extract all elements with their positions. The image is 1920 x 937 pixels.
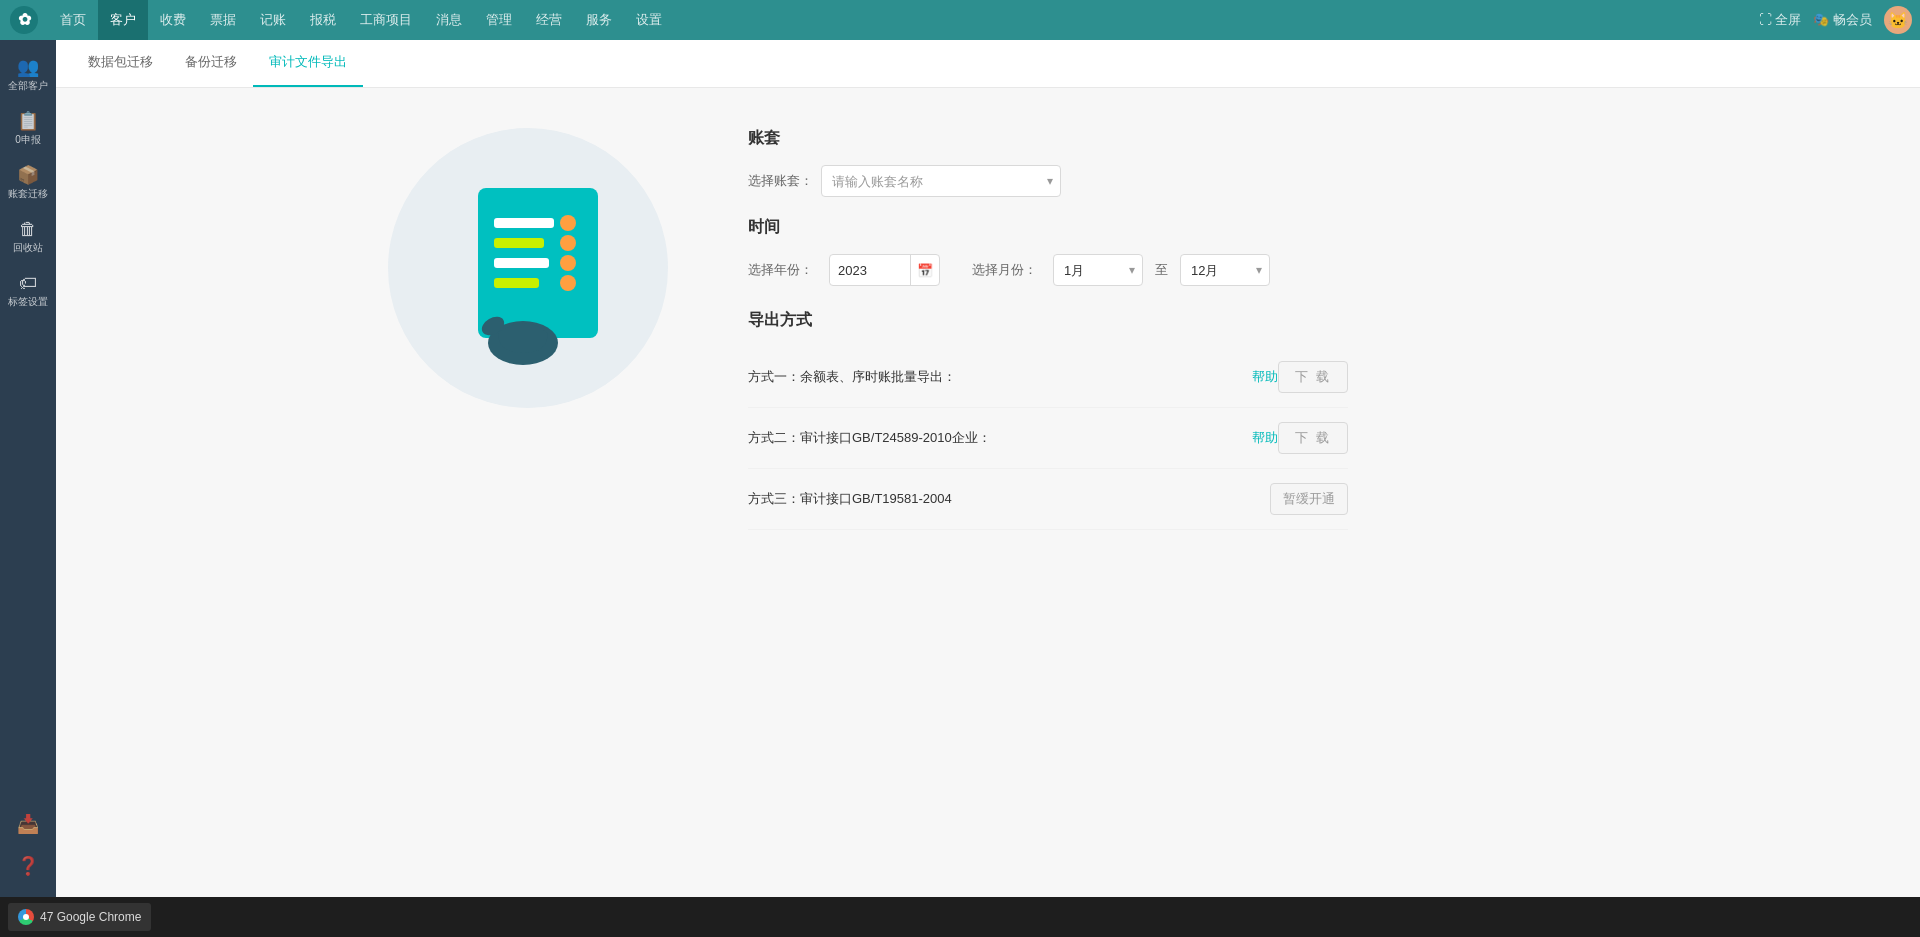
svg-text:✿: ✿ xyxy=(18,11,32,28)
taskbar: 47 Google Chrome xyxy=(0,897,1920,937)
year-input[interactable] xyxy=(830,258,910,283)
tabs-bar: 数据包迁移备份迁移审计文件导出 xyxy=(56,40,1920,88)
svg-rect-4 xyxy=(494,238,544,248)
content-area: 数据包迁移备份迁移审计文件导出 xyxy=(56,40,1920,897)
nav-item-票据[interactable]: 票据 xyxy=(198,0,248,40)
sidebar: 👥 全部客户📋 0申报📦 账套迁移🗑 回收站🏷 标签设置📥❓ xyxy=(0,40,56,897)
illustration-circle xyxy=(388,128,668,408)
sidebar-label: 全部客户 xyxy=(8,80,48,92)
nav-item-工商项目[interactable]: 工商项目 xyxy=(348,0,424,40)
top-nav-right: ⛶ 全屏 🎭 畅会员 🐱 xyxy=(1759,6,1912,34)
from-month-select[interactable]: 1月2月3月4月5月6月7月8月9月10月11月12月 xyxy=(1053,254,1143,286)
method-label-method1: 方式一：余额表、序时账批量导出： xyxy=(748,368,1248,386)
nav-item-首页[interactable]: 首页 xyxy=(48,0,98,40)
time-section: 时间 选择年份： 📅 选择月份： 1月2月3月4月5月6月7月8月9月10月11… xyxy=(748,217,1348,286)
export-methods-title: 导出方式 xyxy=(748,310,1348,331)
illustration-area xyxy=(388,128,668,408)
account-select[interactable]: 请输入账套名称 xyxy=(821,165,1061,197)
help-link-method1[interactable]: 帮助 xyxy=(1252,368,1278,386)
tab-备份迁移[interactable]: 备份迁移 xyxy=(169,40,253,87)
nav-item-收费[interactable]: 收费 xyxy=(148,0,198,40)
avatar[interactable]: 🐱 xyxy=(1884,6,1912,34)
vip-btn[interactable]: 🎭 畅会员 xyxy=(1813,11,1872,29)
sidebar-item-标签设置[interactable]: 🏷 标签设置 xyxy=(0,264,56,318)
sidebar-icon: 👥 xyxy=(17,58,39,76)
account-select-label: 选择账套： xyxy=(748,172,813,190)
open-soon-btn-method3: 暂缓开通 xyxy=(1270,483,1348,515)
nav-item-记账[interactable]: 记账 xyxy=(248,0,298,40)
main-layout: 👥 全部客户📋 0申报📦 账套迁移🗑 回收站🏷 标签设置📥❓ 数据包迁移备份迁移… xyxy=(0,40,1920,897)
account-section-title: 账套 xyxy=(748,128,1348,149)
download-btn-method1[interactable]: 下 载 xyxy=(1278,361,1348,393)
export-method-row-method1: 方式一：余额表、序时账批量导出：帮助下 载 xyxy=(748,347,1348,408)
sidebar-bottom-item[interactable]: 📥 xyxy=(0,805,56,843)
sidebar-label: 回收站 xyxy=(13,242,43,254)
sidebar-bottom-icon: ❓ xyxy=(17,857,39,875)
to-text: 至 xyxy=(1151,261,1172,279)
sidebar-bottom-icon: 📥 xyxy=(17,815,39,833)
download-btn-method2[interactable]: 下 载 xyxy=(1278,422,1348,454)
svg-rect-6 xyxy=(494,278,539,288)
svg-point-8 xyxy=(560,235,576,251)
export-container: 账套 选择账套： 请输入账套名称 时间 xyxy=(388,128,1588,530)
svg-point-9 xyxy=(560,255,576,271)
account-form-row: 选择账套： 请输入账套名称 xyxy=(748,165,1348,197)
sidebar-icon: 🏷 xyxy=(19,274,37,292)
form-area: 账套 选择账套： 请输入账套名称 时间 xyxy=(748,128,1348,530)
account-select-wrapper[interactable]: 请输入账套名称 xyxy=(821,165,1061,197)
year-label: 选择年份： xyxy=(748,261,813,279)
nav-item-经营[interactable]: 经营 xyxy=(524,0,574,40)
from-month-wrapper[interactable]: 1月2月3月4月5月6月7月8月9月10月11月12月 xyxy=(1053,254,1143,286)
month-label: 选择月份： xyxy=(972,261,1037,279)
nav-item-消息[interactable]: 消息 xyxy=(424,0,474,40)
sidebar-bottom-item[interactable]: ❓ xyxy=(0,847,56,885)
calendar-icon[interactable]: 📅 xyxy=(910,255,939,285)
help-link-method2[interactable]: 帮助 xyxy=(1252,429,1278,447)
sidebar-item-回收站[interactable]: 🗑 回收站 xyxy=(0,210,56,264)
logo[interactable]: ✿ xyxy=(8,4,40,36)
taskbar-chrome-label: 47 Google Chrome xyxy=(40,910,141,924)
svg-rect-5 xyxy=(494,258,549,268)
method-label-method2: 方式二：审计接口GB/T24589-2010企业： xyxy=(748,429,1248,447)
taskbar-chrome-item[interactable]: 47 Google Chrome xyxy=(8,903,151,931)
fullscreen-btn[interactable]: ⛶ 全屏 xyxy=(1759,11,1802,29)
nav-item-管理[interactable]: 管理 xyxy=(474,0,524,40)
tab-数据包迁移[interactable]: 数据包迁移 xyxy=(72,40,169,87)
sidebar-item-0申报[interactable]: 📋 0申报 xyxy=(0,102,56,156)
export-method-row-method2: 方式二：审计接口GB/T24589-2010企业：帮助下 载 xyxy=(748,408,1348,469)
account-section: 账套 选择账套： 请输入账套名称 xyxy=(748,128,1348,197)
svg-point-10 xyxy=(560,275,576,291)
year-field-wrapper[interactable]: 📅 xyxy=(829,254,940,286)
export-method-row-method3: 方式三：审计接口GB/T19581-2004暂缓开通 xyxy=(748,469,1348,530)
sidebar-item-全部客户[interactable]: 👥 全部客户 xyxy=(0,48,56,102)
svg-point-7 xyxy=(560,215,576,231)
svg-rect-3 xyxy=(494,218,554,228)
sidebar-label: 标签设置 xyxy=(8,296,48,308)
sidebar-icon: 📦 xyxy=(17,166,39,184)
tab-审计文件导出[interactable]: 审计文件导出 xyxy=(253,40,363,87)
nav-item-服务[interactable]: 服务 xyxy=(574,0,624,40)
sidebar-icon: 🗑 xyxy=(19,220,37,238)
sidebar-label: 账套迁移 xyxy=(8,188,48,200)
top-nav: ✿ 首页客户收费票据记账报税工商项目消息管理经营服务设置 ⛶ 全屏 🎭 畅会员 … xyxy=(0,0,1920,40)
time-form-row: 选择年份： 📅 选择月份： 1月2月3月4月5月6月7月8月9月10月11月12… xyxy=(748,254,1348,286)
nav-item-报税[interactable]: 报税 xyxy=(298,0,348,40)
page-content: 账套 选择账套： 请输入账套名称 时间 xyxy=(56,88,1920,897)
export-methods-list: 方式一：余额表、序时账批量导出：帮助下 载方式二：审计接口GB/T24589-2… xyxy=(748,347,1348,530)
export-methods: 导出方式 方式一：余额表、序时账批量导出：帮助下 载方式二：审计接口GB/T24… xyxy=(748,310,1348,530)
chrome-icon xyxy=(18,909,34,925)
time-section-title: 时间 xyxy=(748,217,1348,238)
nav-item-设置[interactable]: 设置 xyxy=(624,0,674,40)
nav-item-客户[interactable]: 客户 xyxy=(98,0,148,40)
sidebar-icon: 📋 xyxy=(17,112,39,130)
sidebar-label: 0申报 xyxy=(15,134,41,146)
top-nav-menu: 首页客户收费票据记账报税工商项目消息管理经营服务设置 xyxy=(48,0,1759,40)
illustration-svg xyxy=(428,158,628,378)
to-month-wrapper[interactable]: 1月2月3月4月5月6月7月8月9月10月11月12月 xyxy=(1180,254,1270,286)
sidebar-item-账套迁移[interactable]: 📦 账套迁移 xyxy=(0,156,56,210)
to-month-select[interactable]: 1月2月3月4月5月6月7月8月9月10月11月12月 xyxy=(1180,254,1270,286)
method-label-method3: 方式三：审计接口GB/T19581-2004 xyxy=(748,490,1270,508)
